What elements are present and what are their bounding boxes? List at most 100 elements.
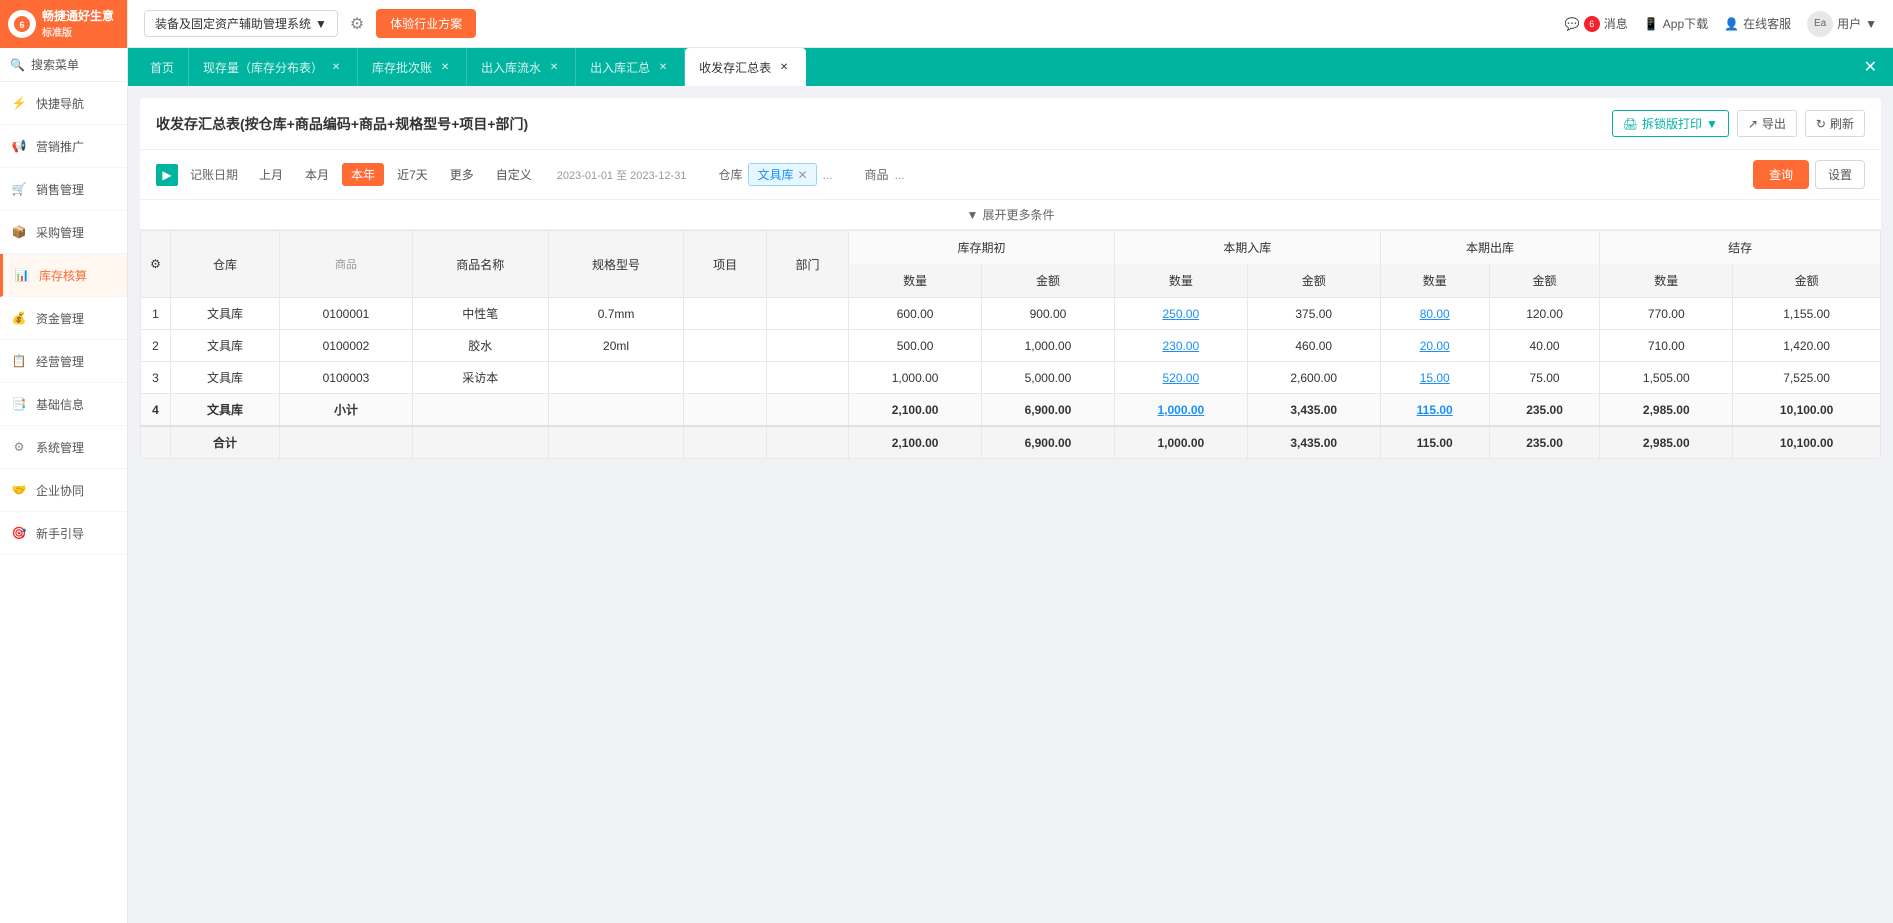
main-card: 收发存汇总表(按仓库+商品编码+商品+规格型号+项目+部门) 🖨 拆锁版打印 ▼… bbox=[140, 98, 1881, 459]
col-name-header: 商品名称 bbox=[412, 231, 548, 298]
subtotal-out-qty: 115.00 bbox=[1380, 394, 1489, 427]
row-code: 0100003 bbox=[280, 362, 413, 394]
row-name: 中性笔 bbox=[412, 298, 548, 330]
col-settings-icon[interactable]: ⚙ bbox=[141, 231, 171, 298]
system-select[interactable]: 装备及固定资产辅助管理系统 ▼ bbox=[144, 10, 338, 37]
date-btn-last-month[interactable]: 上月 bbox=[250, 163, 292, 186]
total-empty5 bbox=[684, 426, 766, 459]
row-in-qty[interactable]: 520.00 bbox=[1114, 362, 1247, 394]
sales-icon: 🛒 bbox=[10, 180, 28, 198]
settings-btn[interactable]: 设置 bbox=[1815, 160, 1865, 189]
expand-conditions-btn[interactable]: ▼ 展开更多条件 bbox=[967, 206, 1055, 223]
messages-btn[interactable]: 💬 6 消息 bbox=[1565, 15, 1628, 32]
date-btn-more[interactable]: 更多 bbox=[441, 163, 483, 186]
subtotal-label: 小计 bbox=[280, 394, 413, 427]
user-btn[interactable]: Ea 用户 ▼ bbox=[1807, 11, 1877, 37]
sidebar-item-guide[interactable]: 🎯 新手引导 bbox=[0, 512, 127, 555]
sidebar-item-enterprise[interactable]: 🤝 企业协同 bbox=[0, 469, 127, 512]
tab-close-icon[interactable]: ✕ bbox=[547, 60, 561, 74]
sidebar-item-label: 经营管理 bbox=[36, 353, 84, 370]
refresh-btn[interactable]: ↻ 刷新 bbox=[1805, 110, 1865, 137]
query-btn[interactable]: 查询 bbox=[1753, 160, 1809, 189]
row-warehouse: 文具库 bbox=[171, 362, 280, 394]
date-btn-this-year[interactable]: 本年 bbox=[342, 163, 384, 186]
sidebar-item-operations[interactable]: 📋 经营管理 bbox=[0, 340, 127, 383]
row-in-qty[interactable]: 230.00 bbox=[1114, 330, 1247, 362]
tab-receipt-summary[interactable]: 收发存汇总表 ✕ bbox=[685, 48, 806, 86]
tab-close-icon[interactable]: ✕ bbox=[777, 60, 791, 74]
row-out-qty[interactable]: 20.00 bbox=[1380, 330, 1489, 362]
date-btn-custom[interactable]: 自定义 bbox=[487, 163, 541, 186]
expand-conditions-bar: ▼ 展开更多条件 bbox=[140, 200, 1881, 230]
tab-close-icon[interactable]: ✕ bbox=[656, 60, 670, 74]
sidebar-item-label: 基础信息 bbox=[36, 396, 84, 413]
col-dept-header: 部门 bbox=[766, 231, 848, 298]
total-open-qty: 2,100.00 bbox=[849, 426, 982, 459]
guide-icon: 🎯 bbox=[10, 524, 28, 542]
sidebar-item-marketing[interactable]: 📢 营销推广 bbox=[0, 125, 127, 168]
enterprise-icon: 🤝 bbox=[10, 481, 28, 499]
sidebar-item-purchase[interactable]: 📦 采购管理 bbox=[0, 211, 127, 254]
sidebar-item-basic-info[interactable]: 📑 基础信息 bbox=[0, 383, 127, 426]
dropdown-icon: ▼ bbox=[315, 17, 327, 31]
settings-icon[interactable]: ⚙ bbox=[350, 14, 364, 34]
date-btn-this-month[interactable]: 本月 bbox=[296, 163, 338, 186]
row-code: 0100002 bbox=[280, 330, 413, 362]
total-empty4 bbox=[548, 426, 684, 459]
tab-label: 首页 bbox=[150, 59, 174, 76]
export-btn[interactable]: ↗ 导出 bbox=[1737, 110, 1797, 137]
sidebar-item-label: 营销推广 bbox=[36, 138, 84, 155]
tab-label: 现存量（库存分布表） bbox=[203, 59, 323, 76]
sidebar-item-label: 新手引导 bbox=[36, 525, 84, 542]
sidebar-item-system[interactable]: ⚙ 系统管理 bbox=[0, 426, 127, 469]
subtotal-empty2 bbox=[548, 394, 684, 427]
warehouse-more-btn[interactable]: ... bbox=[823, 168, 833, 182]
product-more-btn[interactable]: ... bbox=[895, 168, 905, 182]
tab-label: 库存批次账 bbox=[372, 59, 432, 76]
tabbar-close-all[interactable]: ✕ bbox=[1856, 57, 1885, 77]
table-header-row1: ⚙ 仓库 商品 商品名称 规格型号 项目 部门 库存期初 本期入库 本期出库 结… bbox=[141, 231, 1881, 265]
table-row: 2 文具库 0100002 胶水 20ml 500.00 1,000.00 23… bbox=[141, 330, 1881, 362]
online-service-label: 在线客服 bbox=[1743, 15, 1791, 32]
row-bal-amt: 1,155.00 bbox=[1733, 298, 1881, 330]
row-bal-qty: 770.00 bbox=[1600, 298, 1733, 330]
sidebar-item-sales[interactable]: 🛒 销售管理 bbox=[0, 168, 127, 211]
tab-inventory[interactable]: 现存量（库存分布表） ✕ bbox=[189, 48, 358, 86]
col-out-header: 本期出库 bbox=[1380, 231, 1600, 265]
warehouse-tag[interactable]: 文具库 ✕ bbox=[748, 163, 816, 186]
trial-btn[interactable]: 体验行业方案 bbox=[376, 9, 476, 38]
subtotal-open-qty: 2,100.00 bbox=[849, 394, 982, 427]
row-out-qty[interactable]: 80.00 bbox=[1380, 298, 1489, 330]
tab-inout-flow[interactable]: 出入库流水 ✕ bbox=[467, 48, 576, 86]
tab-label: 出入库汇总 bbox=[590, 59, 650, 76]
tab-close-icon[interactable]: ✕ bbox=[438, 60, 452, 74]
tab-close-icon[interactable]: ✕ bbox=[329, 60, 343, 74]
row-out-qty[interactable]: 15.00 bbox=[1380, 362, 1489, 394]
sidebar-logo: 6 畅捷通好生意 标准版 bbox=[0, 0, 127, 48]
sidebar-item-quick-nav[interactable]: ⚡ 快捷导航 bbox=[0, 82, 127, 125]
total-bal-qty: 2,985.00 bbox=[1600, 426, 1733, 459]
total-empty6 bbox=[766, 426, 848, 459]
tab-batch[interactable]: 库存批次账 ✕ bbox=[358, 48, 467, 86]
row-dept bbox=[766, 298, 848, 330]
sidebar-item-inventory[interactable]: 📊 库存核算 bbox=[0, 254, 127, 297]
print-btn[interactable]: 🖨 拆锁版打印 ▼ bbox=[1612, 110, 1729, 137]
sidebar-item-finance[interactable]: 💰 资金管理 bbox=[0, 297, 127, 340]
row-spec: 0.7mm bbox=[548, 298, 684, 330]
app-download-btn[interactable]: 📱 App下载 bbox=[1644, 15, 1708, 32]
online-service-btn[interactable]: 👤 在线客服 bbox=[1724, 15, 1791, 32]
date-filter-label: 记账日期 bbox=[190, 166, 238, 183]
warehouse-tag-close-icon[interactable]: ✕ bbox=[797, 168, 807, 182]
warehouse-filter: 仓库 文具库 ✕ ... bbox=[718, 163, 832, 186]
logo-sub: 标准版 bbox=[42, 24, 114, 39]
sidebar-item-search[interactable]: 🔍 搜索菜单 bbox=[0, 48, 127, 82]
filter-toggle-btn[interactable]: ▶ bbox=[156, 164, 178, 186]
tab-inout-summary[interactable]: 出入库汇总 ✕ bbox=[576, 48, 685, 86]
total-empty3 bbox=[412, 426, 548, 459]
row-in-amt: 2,600.00 bbox=[1247, 362, 1380, 394]
tab-home[interactable]: 首页 bbox=[136, 48, 189, 86]
product-filter: 商品 ... bbox=[865, 166, 905, 183]
search-icon: 🔍 bbox=[10, 58, 25, 72]
row-in-qty[interactable]: 250.00 bbox=[1114, 298, 1247, 330]
date-btn-7-days[interactable]: 近7天 bbox=[388, 163, 437, 186]
